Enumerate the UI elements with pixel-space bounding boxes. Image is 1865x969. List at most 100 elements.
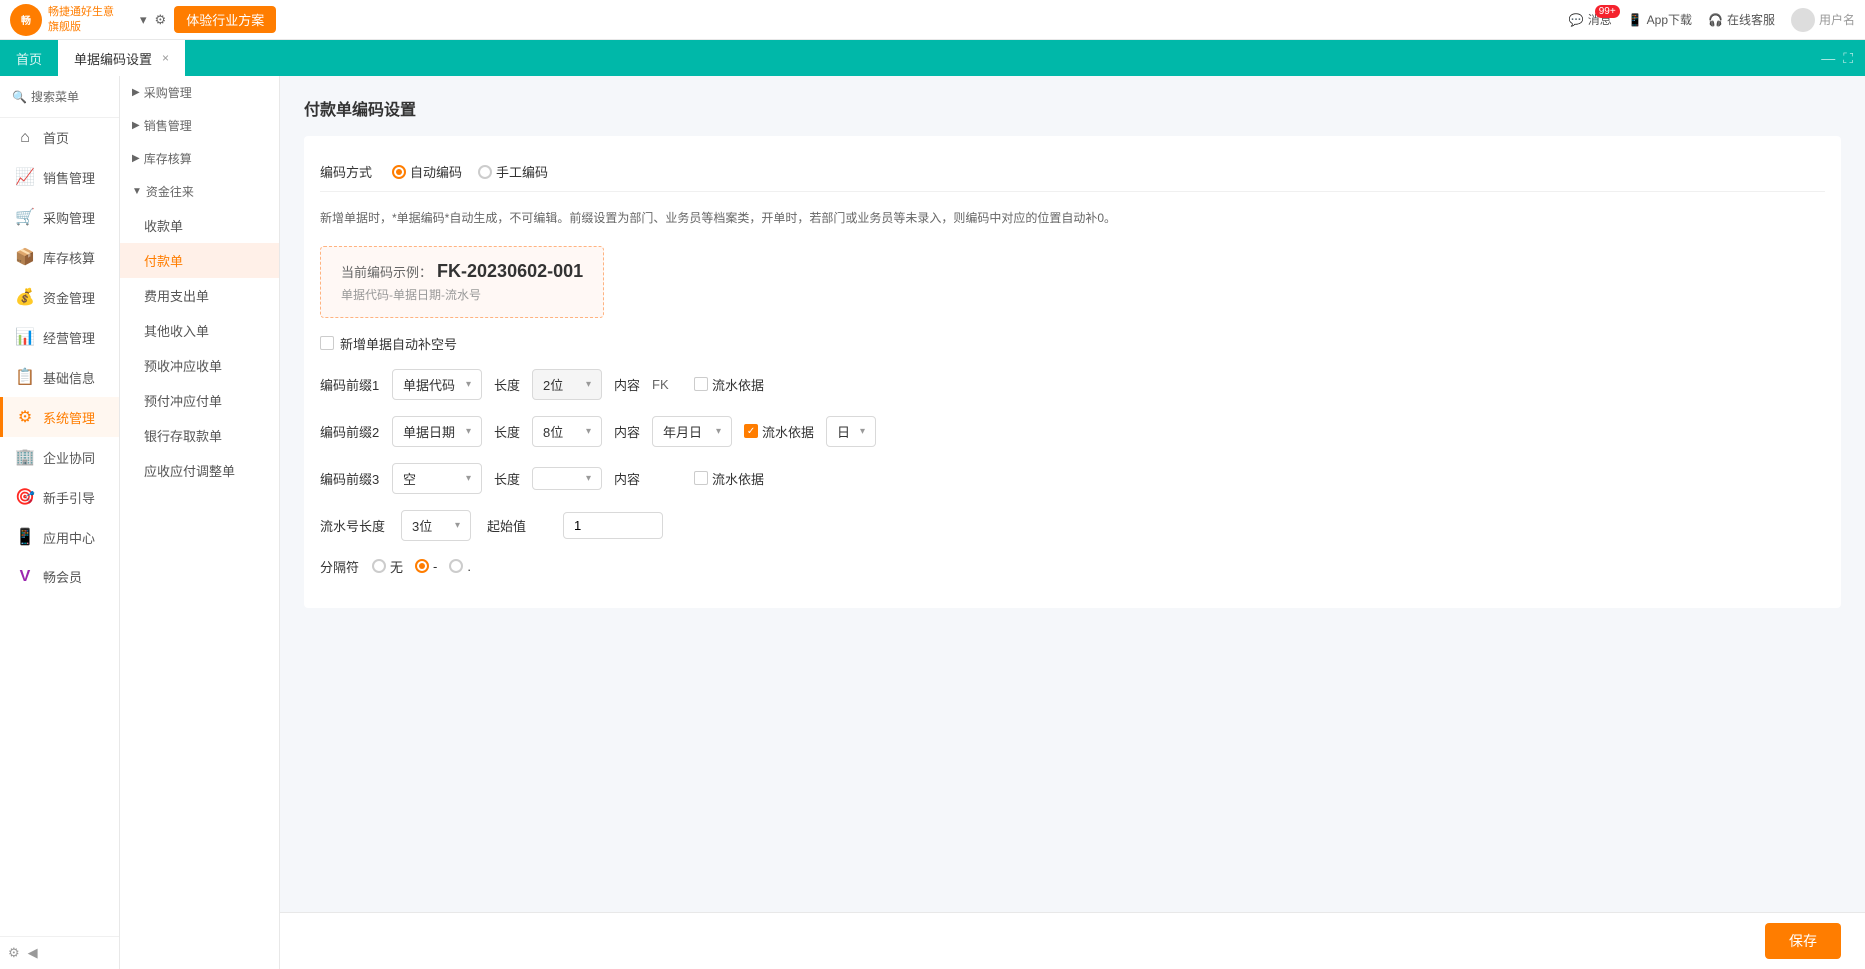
serial-length-label: 流水号长度 (320, 516, 385, 535)
content-1-value: FK (652, 377, 682, 392)
page-title: 付款单编码设置 (304, 96, 1841, 120)
search-menu-button[interactable]: 🔍 搜索菜单 (8, 84, 111, 109)
separator-none-radio[interactable]: 无 (372, 557, 403, 576)
separator-dash-dot (415, 559, 429, 573)
start-value-label: 起始值 (487, 516, 547, 535)
stream-check-3: 流水依据 (694, 469, 764, 488)
save-button[interactable]: 保存 (1765, 923, 1841, 959)
start-value-input[interactable] (563, 512, 663, 539)
sidebar-item-system[interactable]: ⚙ 系统管理 (0, 397, 119, 437)
sub-group-sales-label: 销售管理 (144, 117, 192, 134)
separator-dash-radio[interactable]: - (415, 559, 437, 574)
sidebar-search[interactable]: 🔍 搜索菜单 (0, 76, 119, 118)
separator-dash-label: - (433, 559, 437, 574)
separator-none-label: 无 (390, 557, 403, 576)
chevron-right-icon: ▶ (132, 153, 140, 164)
sidebar-item-inventory[interactable]: 📦 库存核算 (0, 237, 119, 277)
sidebar-item-apps[interactable]: 📱 应用中心 (0, 517, 119, 557)
tab-serial-settings[interactable]: 单据编码设置 × (58, 40, 185, 76)
code-preview-value: FK-20230602-001 (437, 261, 583, 281)
sidebar-item-purchase[interactable]: 🛒 采购管理 (0, 197, 119, 237)
hint-text: 新增单据时，*单据编码*自动生成，不可编辑。前缀设置为部门、业务员等档案类，开单… (320, 208, 1825, 230)
stream-cycle-select[interactable]: 日 ▾ (826, 416, 876, 447)
tab-serial-settings-label: 单据编码设置 (74, 49, 152, 68)
sub-group-purchase-title[interactable]: ▶ 采购管理 (120, 76, 279, 109)
sub-group-inventory-title[interactable]: ▶ 库存核算 (120, 142, 279, 175)
avatar (1791, 8, 1815, 32)
gear-icon[interactable]: ⚙ (155, 12, 167, 28)
sidebar-item-member[interactable]: V 畅会员 (0, 557, 119, 596)
auto-fill-row: 新增单据自动补空号 (320, 334, 1825, 353)
length-3-select[interactable]: ▾ (532, 467, 602, 490)
trial-button[interactable]: 体验行业方案 (174, 6, 276, 33)
length-1-select[interactable]: 2位 ▾ (532, 369, 602, 400)
content-2-select[interactable]: 年月日 ▾ (652, 416, 732, 447)
prefix-1-select[interactable]: 单据代码 ▾ (392, 369, 482, 400)
footer-settings-icon[interactable]: ⚙ (8, 945, 20, 961)
sub-group-inventory: ▶ 库存核算 (120, 142, 279, 175)
sidebar: 🔍 搜索菜单 ⌂ 首页 📈 销售管理 🛒 采购管理 📦 库存核算 💰 (0, 76, 120, 969)
prefix-3-select[interactable]: 空 ▾ (392, 463, 482, 494)
sidebar-item-label: 基础信息 (43, 368, 95, 387)
serial-length-arrow: ▾ (455, 520, 460, 531)
online-service-button[interactable]: 🎧 在线客服 (1708, 11, 1775, 28)
code-preview-label: 当前编码示例： (341, 265, 432, 280)
prefix-row-1: 编码前缀1 单据代码 ▾ 长度 2位 ▾ 内容 FK 流水依据 (320, 369, 1825, 400)
serial-length-value: 3位 (412, 516, 449, 535)
separator-row: 分隔符 无 - . (320, 557, 1825, 576)
inventory-icon: 📦 (15, 247, 35, 267)
content-2-arrow: ▾ (716, 426, 721, 437)
prefix-3-arrow: ▾ (466, 473, 471, 484)
stream-checkbox-2[interactable]: ✓ (744, 424, 758, 438)
length-2-label: 长度 (494, 422, 520, 441)
prefix-3-value: 空 (403, 469, 460, 488)
sub-item-prepay-receivable[interactable]: 预收冲应收单 (120, 348, 279, 383)
sidebar-item-finance[interactable]: 💰 资金管理 (0, 277, 119, 317)
tab-close-icon[interactable]: × (162, 51, 169, 65)
content-3-label: 内容 (614, 469, 640, 488)
app-download-button[interactable]: 📱 App下载 (1628, 11, 1692, 28)
sub-item-other-income[interactable]: 其他收入单 (120, 313, 279, 348)
sidebar-item-operations[interactable]: 📊 经营管理 (0, 317, 119, 357)
expand-icon[interactable]: ⛶ (1843, 50, 1853, 67)
sidebar-item-home[interactable]: ⌂ 首页 (0, 118, 119, 157)
manual-encoding-radio[interactable]: 手工编码 (478, 162, 548, 181)
sidebar-item-label: 应用中心 (43, 528, 95, 547)
message-button[interactable]: 💬 消息 99+ (1569, 11, 1612, 28)
prefix-2-select[interactable]: 单据日期 ▾ (392, 416, 482, 447)
sub-item-receipt[interactable]: 收款单 (120, 208, 279, 243)
chevron-right-icon: ▶ (132, 87, 140, 98)
sub-group-sales: ▶ 销售管理 (120, 109, 279, 142)
length-2-select[interactable]: 8位 ▾ (532, 416, 602, 447)
sub-item-ap-adjust[interactable]: 应收应付调整单 (120, 453, 279, 488)
sub-item-prepay-payable[interactable]: 预付冲应付单 (120, 383, 279, 418)
stream-checkbox-3[interactable] (694, 471, 708, 485)
sub-group-funds-title[interactable]: ▼ 资金往来 (120, 175, 279, 208)
sub-item-payment[interactable]: 付款单 (120, 243, 279, 278)
sidebar-item-enterprise[interactable]: 🏢 企业协同 (0, 437, 119, 477)
user-avatar[interactable]: 用户名 (1791, 8, 1855, 32)
minimize-icon[interactable]: — (1821, 50, 1835, 66)
sidebar-item-guide[interactable]: 🎯 新手引导 (0, 477, 119, 517)
sidebar-item-label: 企业协同 (43, 448, 95, 467)
prefix-2-arrow: ▾ (466, 426, 471, 437)
auto-fill-label: 新增单据自动补空号 (340, 334, 457, 353)
sub-group-sales-title[interactable]: ▶ 销售管理 (120, 109, 279, 142)
separator-options: 无 - . (372, 557, 471, 576)
purchase-icon: 🛒 (15, 207, 35, 227)
auto-fill-checkbox[interactable] (320, 336, 334, 350)
length-2-value: 8位 (543, 422, 580, 441)
footer-collapse-icon[interactable]: ◀ (28, 945, 38, 961)
top-bar: 畅 畅捷通好生意 旗舰版 ▾ ⚙ 体验行业方案 💬 消息 99+ 📱 App下载… (0, 0, 1865, 40)
stream-checkbox-1[interactable] (694, 377, 708, 391)
chevron-down-icon[interactable]: ▾ (140, 12, 147, 28)
sidebar-item-sales[interactable]: 📈 销售管理 (0, 157, 119, 197)
separator-dot-radio[interactable]: . (449, 559, 471, 574)
sub-item-expense[interactable]: 费用支出单 (120, 278, 279, 313)
sub-item-bank-deposit[interactable]: 银行存取款单 (120, 418, 279, 453)
sidebar-item-basic-info[interactable]: 📋 基础信息 (0, 357, 119, 397)
tab-home[interactable]: 首页 (0, 40, 58, 76)
auto-encoding-radio[interactable]: 自动编码 (392, 162, 462, 181)
serial-length-select[interactable]: 3位 ▾ (401, 510, 471, 541)
settings-card: 编码方式 自动编码 手工编码 新增单据时，*单据编码*自动生成，不可编辑。前缀设… (304, 136, 1841, 608)
